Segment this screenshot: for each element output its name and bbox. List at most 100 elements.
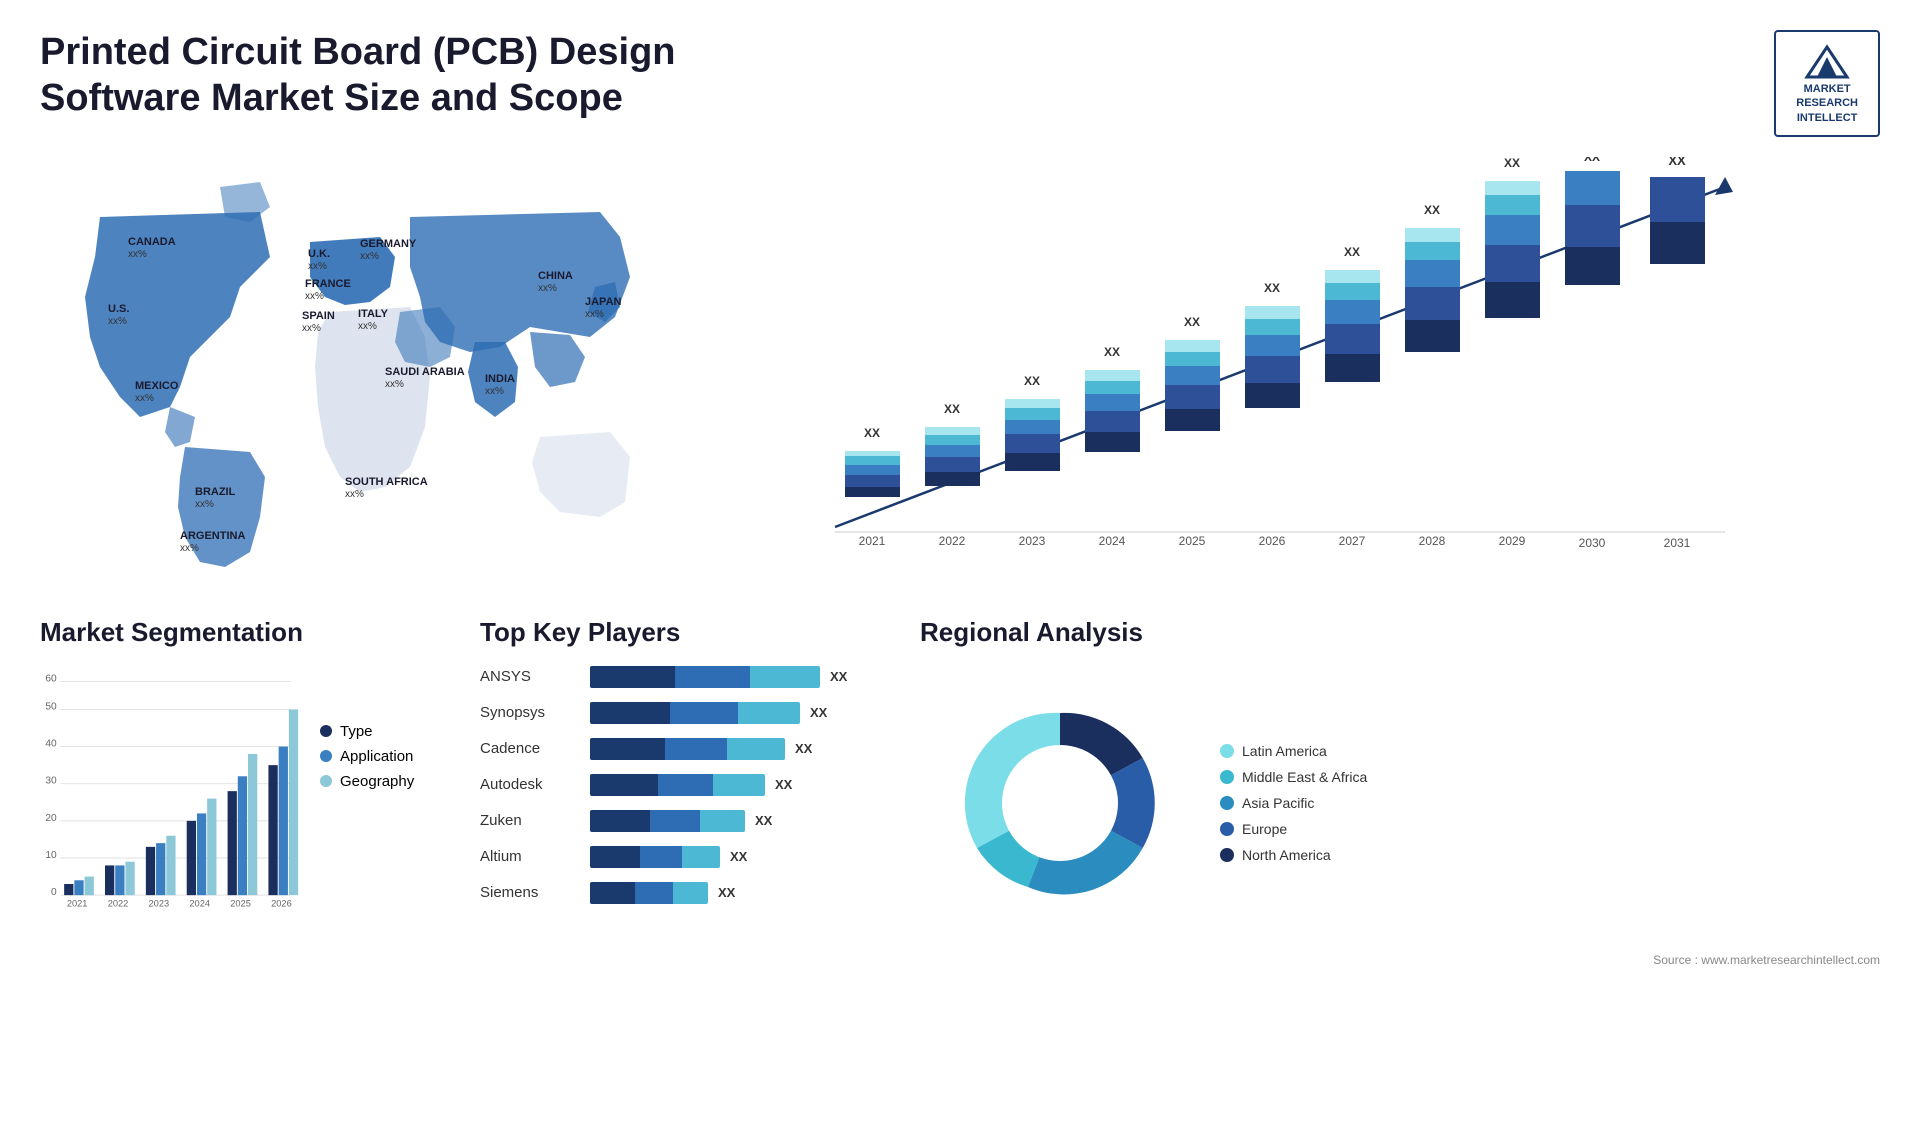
player-bar-autodesk: XX <box>590 771 900 799</box>
svg-text:CANADA: CANADA <box>128 236 176 248</box>
player-bar-synopsys: XX <box>590 699 900 727</box>
player-synopsys: Synopsys <box>480 699 570 727</box>
player-autodesk: Autodesk <box>480 771 570 799</box>
svg-text:xx%: xx% <box>385 379 404 390</box>
svg-text:MEXICO: MEXICO <box>135 380 179 392</box>
svg-text:XX: XX <box>1184 315 1200 329</box>
donut-chart <box>920 663 1200 943</box>
legend-geo-dot <box>320 775 332 787</box>
svg-text:2022: 2022 <box>939 534 966 548</box>
svg-text:2021: 2021 <box>859 534 886 548</box>
segmentation-chart: 0 10 20 30 40 50 60 <box>40 663 300 923</box>
svg-text:2031: 2031 <box>1664 536 1691 550</box>
map-section: CANADA xx% U.S. xx% MEXICO xx% BRAZIL xx… <box>40 157 660 597</box>
players-list: ANSYS Synopsys Cadence Autodesk Zuken Al… <box>480 663 900 907</box>
svg-text:XX: XX <box>1668 157 1686 168</box>
svg-text:XX: XX <box>944 402 960 416</box>
svg-text:xx%: xx% <box>135 393 154 404</box>
svg-text:2028: 2028 <box>1419 534 1446 548</box>
header: Printed Circuit Board (PCB) Design Softw… <box>40 30 1880 137</box>
svg-text:GERMANY: GERMANY <box>360 238 417 250</box>
svg-text:20: 20 <box>45 813 57 824</box>
legend-europe: Europe <box>1220 821 1367 837</box>
svg-text:2024: 2024 <box>189 898 210 908</box>
ansys-xx: XX <box>830 669 847 684</box>
legend-geography: Geography <box>320 773 414 790</box>
svg-text:ITALY: ITALY <box>358 308 389 320</box>
svg-text:xx%: xx% <box>302 323 321 334</box>
svg-text:xx%: xx% <box>195 499 214 510</box>
svg-text:xx%: xx% <box>128 249 147 260</box>
player-zuken: Zuken <box>480 807 570 835</box>
svg-text:2025: 2025 <box>1179 534 1206 548</box>
svg-text:U.S.: U.S. <box>108 303 129 315</box>
segmentation-title: Market Segmentation <box>40 617 460 648</box>
svg-text:xx%: xx% <box>360 251 379 262</box>
player-ansys: ANSYS <box>480 663 570 691</box>
svg-text:xx%: xx% <box>358 321 377 332</box>
synopsys-xx: XX <box>810 705 827 720</box>
players-names: ANSYS Synopsys Cadence Autodesk Zuken Al… <box>480 663 570 907</box>
svg-text:JAPAN: JAPAN <box>585 296 622 308</box>
svg-text:XX: XX <box>1424 203 1440 217</box>
svg-text:xx%: xx% <box>485 386 504 397</box>
legend-apac: Asia Pacific <box>1220 795 1367 811</box>
svg-text:INDIA: INDIA <box>485 373 515 385</box>
segmentation-section: Market Segmentation 0 10 20 30 40 50 60 <box>40 617 460 967</box>
svg-text:CHINA: CHINA <box>538 270 573 282</box>
svg-text:2022: 2022 <box>108 898 129 908</box>
player-siemens: Siemens <box>480 879 570 907</box>
regional-legend: Latin America Middle East & Africa Asia … <box>1220 743 1367 863</box>
svg-text:XX: XX <box>1264 281 1280 295</box>
svg-text:XX: XX <box>1024 374 1040 388</box>
page-title: Printed Circuit Board (PCB) Design Softw… <box>40 30 740 121</box>
svg-text:XX: XX <box>1584 157 1600 164</box>
player-bar-ansys: XX <box>590 663 900 691</box>
legend-northam: North America <box>1220 847 1367 863</box>
svg-text:SOUTH AFRICA: SOUTH AFRICA <box>345 476 428 488</box>
source-text: Source : www.marketresearchintellect.com <box>920 953 1880 967</box>
segmentation-legend: Type Application Geography <box>320 723 414 790</box>
player-bar-siemens: XX <box>590 879 900 907</box>
logo: MARKET RESEARCH INTELLECT <box>1774 30 1880 137</box>
main-top: CANADA xx% U.S. xx% MEXICO xx% BRAZIL xx… <box>40 157 1880 597</box>
zuken-xx: XX <box>755 813 772 828</box>
player-bar-zuken: XX <box>590 807 900 835</box>
player-altium: Altium <box>480 843 570 871</box>
svg-text:xx%: xx% <box>305 291 324 302</box>
main-bottom: Market Segmentation 0 10 20 30 40 50 60 <box>40 617 1880 967</box>
svg-text:xx%: xx% <box>585 309 604 320</box>
siemens-xx: XX <box>718 885 735 900</box>
player-bar-altium: XX <box>590 843 900 871</box>
page-wrapper: Printed Circuit Board (PCB) Design Softw… <box>0 0 1920 1146</box>
svg-text:xx%: xx% <box>308 261 327 272</box>
svg-text:SAUDI ARABIA: SAUDI ARABIA <box>385 366 465 378</box>
svg-text:30: 30 <box>45 776 57 787</box>
svg-text:BRAZIL: BRAZIL <box>195 486 236 498</box>
key-players-title: Top Key Players <box>480 617 900 648</box>
svg-text:2030: 2030 <box>1579 536 1606 550</box>
svg-text:2029: 2029 <box>1499 534 1526 548</box>
legend-mea: Middle East & Africa <box>1220 769 1367 785</box>
svg-text:U.K.: U.K. <box>308 248 330 260</box>
altium-xx: XX <box>730 849 747 864</box>
regional-section: Regional Analysis <box>920 617 1880 967</box>
logo-text: MARKET RESEARCH INTELLECT <box>1796 82 1858 125</box>
legend-europe-dot <box>1220 822 1234 836</box>
svg-text:2024: 2024 <box>1099 534 1126 548</box>
svg-text:FRANCE: FRANCE <box>305 278 351 290</box>
svg-text:60: 60 <box>45 673 57 684</box>
svg-text:XX: XX <box>1104 345 1120 359</box>
svg-text:2021: 2021 <box>67 898 88 908</box>
svg-text:2023: 2023 <box>149 898 170 908</box>
legend-mea-dot <box>1220 770 1234 784</box>
legend-type-dot <box>320 725 332 737</box>
svg-text:2023: 2023 <box>1019 534 1046 548</box>
logo-icon <box>1802 42 1852 82</box>
cadence-xx: XX <box>795 741 812 756</box>
map-container: CANADA xx% U.S. xx% MEXICO xx% BRAZIL xx… <box>40 157 660 577</box>
svg-text:xx%: xx% <box>108 316 127 327</box>
autodesk-xx: XX <box>775 777 792 792</box>
legend-latin: Latin America <box>1220 743 1367 759</box>
svg-text:XX: XX <box>864 426 880 440</box>
